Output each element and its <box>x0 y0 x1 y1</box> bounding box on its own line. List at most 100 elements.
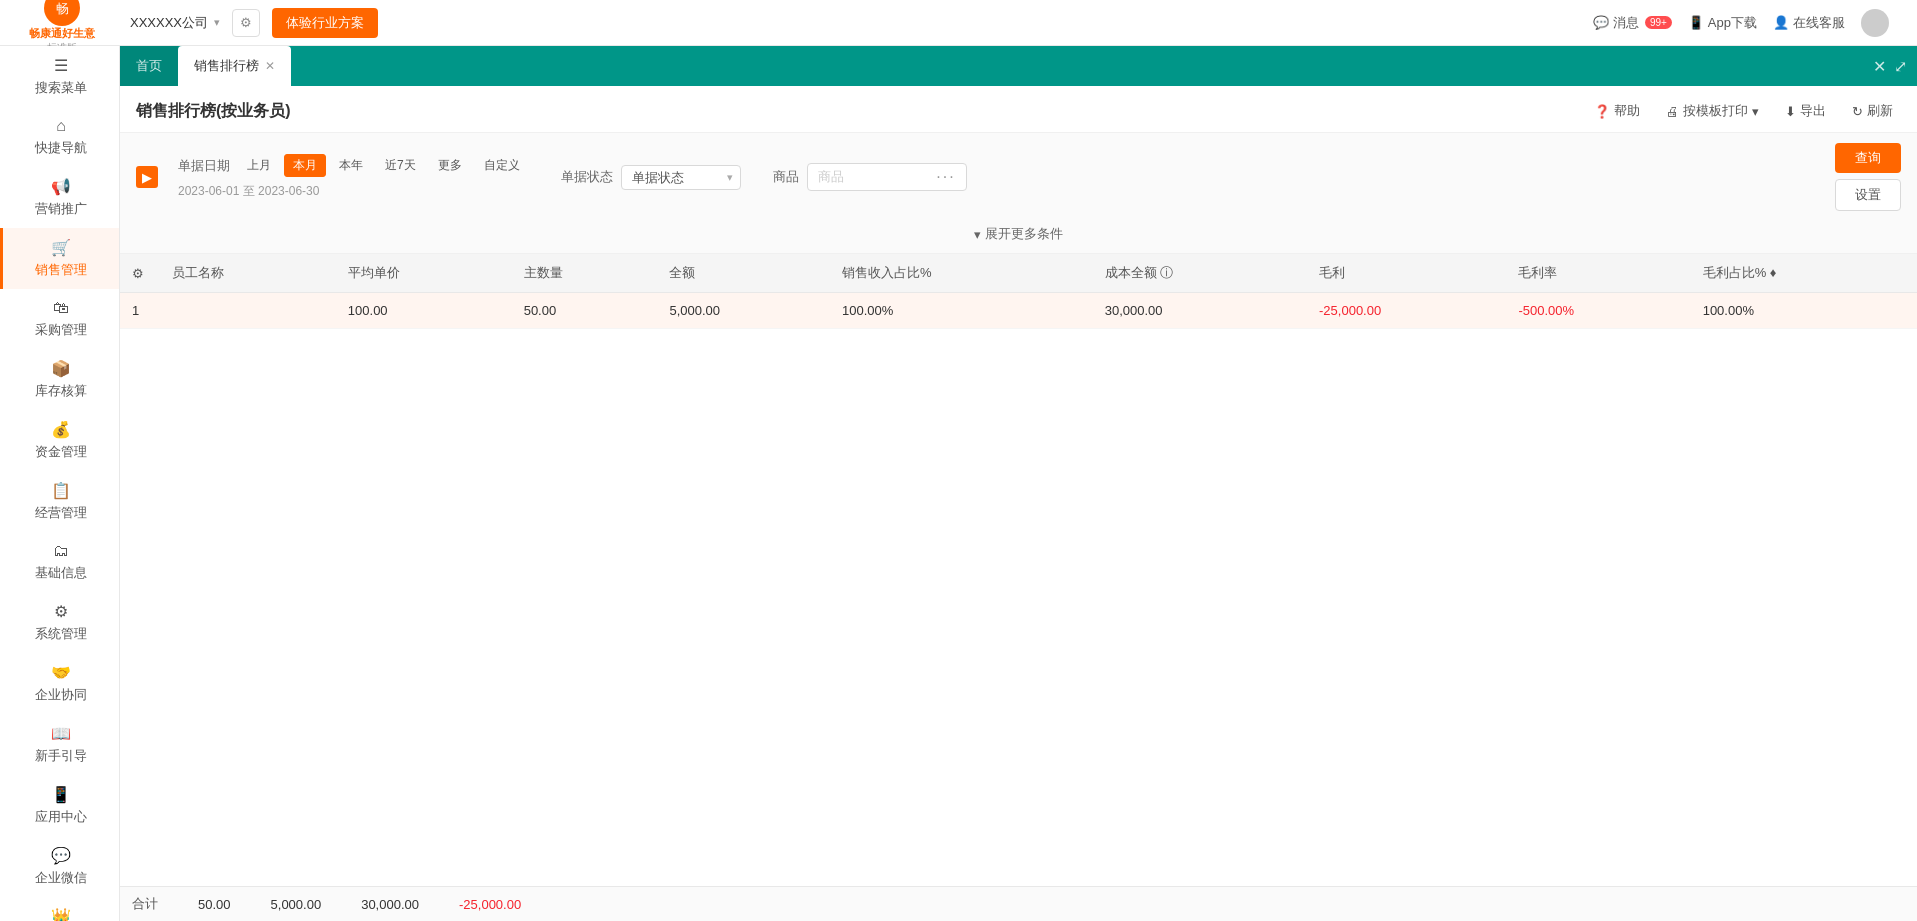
sidebar-item-system-mgmt[interactable]: ⚙ 系统管理 <box>0 592 119 653</box>
query-button[interactable]: 查询 <box>1835 143 1901 173</box>
date-btn-7days[interactable]: 近7天 <box>376 154 425 177</box>
tab-home-label: 首页 <box>136 57 162 75</box>
footer-gross: -25,000.00 <box>459 897 521 912</box>
date-btn-this-year[interactable]: 本年 <box>330 154 372 177</box>
expand-more-button[interactable]: ▾ 展开更多条件 <box>974 225 1063 243</box>
main-layout: ☰ 搜索菜单 ⌂ 快捷导航 📢 营销推广 🛒 销售管理 🛍 采购管理 📦 库存核… <box>0 46 1917 921</box>
status-filter-label: 单据状态 <box>561 168 613 186</box>
sidebar-item-search-order[interactable]: ☰ 搜索菜单 <box>0 46 119 107</box>
col-gross[interactable]: 毛利 <box>1307 254 1506 293</box>
sidebar-item-operations[interactable]: 📋 经营管理 <box>0 471 119 532</box>
goods-input-wrap: 商品 ··· <box>807 163 967 191</box>
refresh-label: 刷新 <box>1867 102 1893 120</box>
right-action-buttons: 查询 设置 <box>1835 143 1901 211</box>
col-amount[interactable]: 全额 <box>657 254 830 293</box>
sidebar-item-enterprise-collab[interactable]: 🤝 企业协同 <box>0 653 119 714</box>
footer-amount: 5,000.00 <box>271 897 322 912</box>
cell-gross-rate: -500.00% <box>1506 293 1690 329</box>
new-guide-icon: 📖 <box>51 724 71 743</box>
top-right-actions: 💬 消息 99+ 📱 App下载 👤 在线客服 <box>1593 9 1905 37</box>
message-badge: 99+ <box>1645 16 1672 29</box>
basic-info-icon: 🗂 <box>53 542 69 560</box>
inventory-icon: 📦 <box>51 359 71 378</box>
service-label: 在线客服 <box>1793 14 1845 32</box>
export-label: 导出 <box>1800 102 1826 120</box>
settings-gear-button[interactable]: ⚙ <box>232 9 260 37</box>
avatar[interactable] <box>1861 9 1889 37</box>
date-btn-more[interactable]: 更多 <box>429 154 471 177</box>
cell-amount: 5,000.00 <box>657 293 830 329</box>
tab-sales-ranking[interactable]: 销售排行榜 ✕ <box>178 46 291 86</box>
date-btn-last-month[interactable]: 上月 <box>238 154 280 177</box>
tab-home[interactable]: 首页 <box>120 46 178 86</box>
help-button[interactable]: ❓ 帮助 <box>1586 98 1648 124</box>
system-mgmt-icon: ⚙ <box>54 602 68 621</box>
top-bar: 畅 畅康通好生意 标准版 XXXXXX公司 ▾ ⚙ 体验行业方案 💬 消息 99… <box>0 0 1917 46</box>
goods-filter-group: 商品 商品 ··· <box>773 163 967 191</box>
sidebar-item-member[interactable]: 👑 畅会员 <box>0 897 119 921</box>
message-button[interactable]: 💬 消息 99+ <box>1593 14 1672 32</box>
sidebar-label-quick-nav: 快捷导航 <box>35 139 87 157</box>
tab-close-icon[interactable]: ✕ <box>265 59 275 73</box>
col-gross-rate[interactable]: 毛利率 <box>1506 254 1690 293</box>
export-button[interactable]: ⬇ 导出 <box>1777 98 1834 124</box>
sidebar-label-enterprise-collab: 企业协同 <box>35 686 87 704</box>
enterprise-collab-icon: 🤝 <box>51 663 71 682</box>
page-header: 销售排行榜(按业务员) ❓ 帮助 🖨 按模板打印 ▾ ⬇ 导出 <box>120 86 1917 133</box>
cell-gross-pct: 100.00% <box>1691 293 1917 329</box>
marketing-icon: 📢 <box>51 177 71 196</box>
col-qty[interactable]: 主数量 <box>512 254 658 293</box>
goods-more-icon[interactable]: ··· <box>936 168 955 186</box>
date-btn-custom[interactable]: 自定义 <box>475 154 529 177</box>
content-area: 首页 销售排行榜 ✕ ✕ ⤢ 销售排行榜(按业务员) ❓ 帮助 <box>120 46 1917 921</box>
print-button[interactable]: 🖨 按模板打印 ▾ <box>1658 98 1767 124</box>
goods-filter-label: 商品 <box>773 168 799 186</box>
cell-avg-price: 100.00 <box>336 293 512 329</box>
col-employee[interactable]: 员工名称 <box>160 254 336 293</box>
col-gross-pct[interactable]: 毛利占比% ♦ <box>1691 254 1917 293</box>
sidebar-item-inventory[interactable]: 📦 库存核算 <box>0 349 119 410</box>
sidebar-item-purchase-mgmt[interactable]: 🛍 采购管理 <box>0 289 119 349</box>
message-icon: 💬 <box>1593 15 1609 30</box>
sidebar-item-basic-info[interactable]: 🗂 基础信息 <box>0 532 119 592</box>
tab-close-all-icon[interactable]: ✕ <box>1873 57 1886 76</box>
finance-icon: 💰 <box>51 420 71 439</box>
date-btn-this-month[interactable]: 本月 <box>284 154 326 177</box>
settings-button[interactable]: 设置 <box>1835 179 1901 211</box>
sidebar-item-new-guide[interactable]: 📖 新手引导 <box>0 714 119 775</box>
rank-settings-icon[interactable]: ⚙ <box>132 266 144 281</box>
quick-nav-icon: ⌂ <box>56 117 66 135</box>
sidebar-label-purchase-mgmt: 采购管理 <box>35 321 87 339</box>
company-selector[interactable]: XXXXXX公司 ▾ <box>122 10 228 36</box>
sidebar-item-app-center[interactable]: 📱 应用中心 <box>0 775 119 836</box>
filter-area: ▶ 单据日期 上月 本月 本年 近7天 更多 自定义 <box>120 133 1917 254</box>
service-icon: 👤 <box>1773 15 1789 30</box>
col-sales-pct[interactable]: 销售收入占比% <box>830 254 1093 293</box>
print-label: 按模板打印 <box>1683 102 1748 120</box>
refresh-button[interactable]: ↻ 刷新 <box>1844 98 1901 124</box>
trial-button[interactable]: 体验行业方案 <box>272 8 378 38</box>
sidebar-label-app-center: 应用中心 <box>35 808 87 826</box>
table-footer: 合计 50.00 5,000.00 30,000.00 -25,000.00 <box>120 886 1917 921</box>
tab-sales-ranking-label: 销售排行榜 <box>194 57 259 75</box>
app-download-label: App下载 <box>1708 14 1757 32</box>
sidebar-item-quick-nav[interactable]: ⌂ 快捷导航 <box>0 107 119 167</box>
date-filter-group: 单据日期 上月 本月 本年 近7天 更多 自定义 2023-06-01 至 20… <box>178 154 529 200</box>
app-download-button[interactable]: 📱 App下载 <box>1688 14 1757 32</box>
svg-text:畅: 畅 <box>56 1 69 16</box>
print-icon: 🖨 <box>1666 104 1679 119</box>
sidebar-item-marketing[interactable]: 📢 营销推广 <box>0 167 119 228</box>
tab-maximize-icon[interactable]: ⤢ <box>1894 57 1907 76</box>
sidebar-item-enterprise-wechat[interactable]: 💬 企业微信 <box>0 836 119 897</box>
status-select[interactable]: 单据状态 <box>621 165 741 190</box>
online-service-button[interactable]: 👤 在线客服 <box>1773 14 1845 32</box>
expand-more-label: 展开更多条件 <box>985 225 1063 243</box>
sidebar-item-finance[interactable]: 💰 资金管理 <box>0 410 119 471</box>
tab-bar-actions: ✕ ⤢ <box>1873 57 1917 76</box>
search-order-icon: ☰ <box>54 56 68 75</box>
col-cost[interactable]: 成本全额 ⓘ <box>1093 254 1307 293</box>
sidebar-item-sales-mgmt[interactable]: 🛒 销售管理 <box>0 228 119 289</box>
col-avg-price[interactable]: 平均单价 <box>336 254 512 293</box>
filter-expand-arrow[interactable]: ▶ <box>136 166 158 188</box>
filter-row-main: ▶ 单据日期 上月 本月 本年 近7天 更多 自定义 <box>136 143 1901 211</box>
